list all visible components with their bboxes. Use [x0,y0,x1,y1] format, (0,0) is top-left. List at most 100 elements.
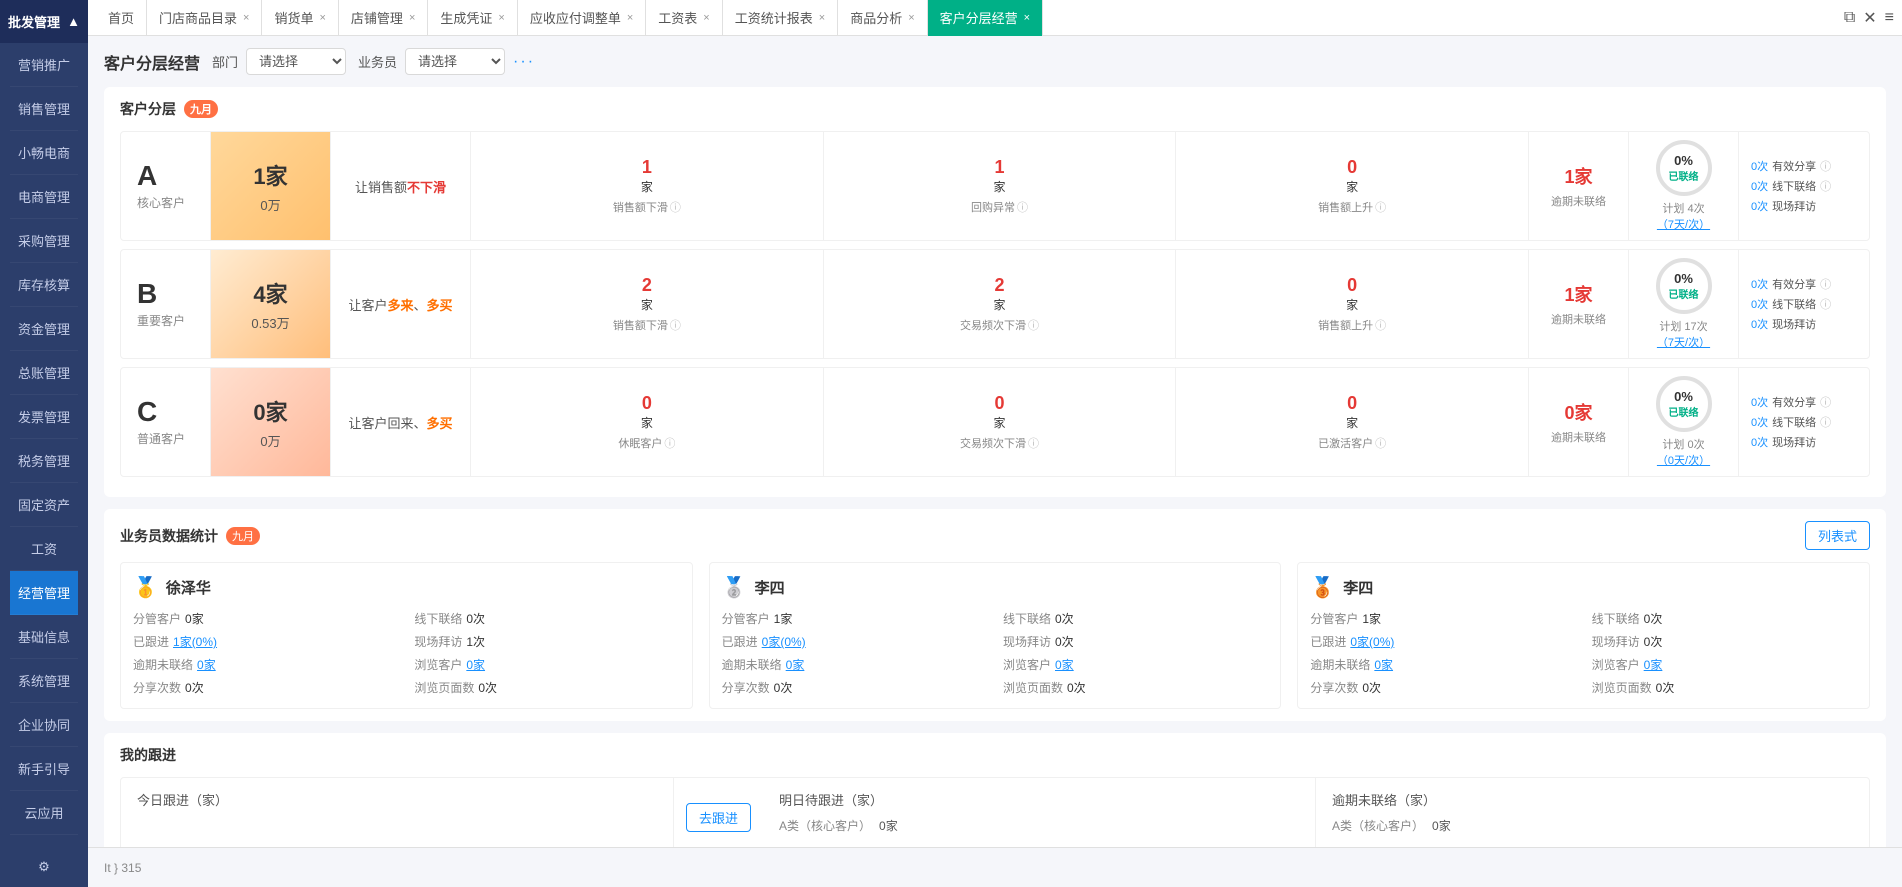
sidebar-item-tax[interactable]: 税务管理 [10,439,78,483]
metric-label: 已激活客户ⓘ [1318,435,1386,451]
sidebar-item-sales[interactable]: 销售管理 [10,87,78,131]
stat-val-0-2[interactable]: 1家(0%) [173,633,217,650]
sidebar-item-mini-ecom[interactable]: 小畅电商 [10,131,78,175]
info-icon[interactable]: ⓘ [670,317,681,333]
tab-product-analysis[interactable]: 商品分析× [838,0,927,36]
sidebar-item-purchase[interactable]: 采购管理 [10,219,78,263]
tab-store-mgmt[interactable]: 店铺管理× [339,0,428,36]
tab-wage-stats[interactable]: 工资统计报表× [723,0,838,36]
staff-select[interactable]: 请选择 [405,48,505,75]
sidebar-item-sys[interactable]: 系统管理 [10,659,78,703]
share-info-icon[interactable]: ⓘ [1820,276,1831,292]
sidebar-item-invoice[interactable]: 发票管理 [10,395,78,439]
tab-close-sales-order[interactable]: × [319,12,325,24]
staff-stats-grid-0: 分管客户 0家 线下联络 0次 已跟进 1家(0%) 现场拜访 1次 逾期未联络… [133,610,680,696]
share-label: 线下联络 [1772,414,1816,430]
info-icon[interactable]: ⓘ [1375,199,1386,215]
tab-sales-order[interactable]: 销货单× [262,0,338,36]
sidebar-item-basic[interactable]: 基础信息 [10,615,78,659]
share-info-icon[interactable]: ⓘ [1820,394,1831,410]
share-label: 有效分享 [1772,158,1816,174]
staff-stat-0-1: 线下联络 0次 [414,610,679,627]
info-icon[interactable]: ⓘ [670,199,681,215]
tab-window-icon[interactable]: ⧉ [1844,9,1855,27]
tab-close-receivable[interactable]: × [627,12,633,24]
stat-val-1-2[interactable]: 0家(0%) [762,633,806,650]
stat-val-2-2[interactable]: 0家(0%) [1350,633,1394,650]
plan-link[interactable]: （0天/次） [1657,455,1710,467]
staff-stats-grid-1: 分管客户 1家 线下联络 0次 已跟进 0家(0%) 现场拜访 0次 逾期未联络… [722,610,1269,696]
circle-plan: 计划 0次（0天/次） [1657,436,1710,468]
sidebar-item-inventory[interactable]: 库存核算 [10,263,78,307]
sidebar-item-fixed-assets[interactable]: 固定资产 [10,483,78,527]
tab-close-customer-tier[interactable]: × [1024,12,1030,24]
sidebar-item-ecom[interactable]: 电商管理 [10,175,78,219]
staff-stat-1-2: 已跟进 0家(0%) [722,633,987,650]
info-icon[interactable]: ⓘ [1028,435,1039,451]
circle-status: 已联络 [1669,168,1699,183]
contact-value: 1家 [1564,163,1592,189]
sidebar-gear[interactable]: ⚙ [0,847,88,887]
goto-button[interactable]: 去跟进 [686,803,751,832]
tab-voucher[interactable]: 生成凭证× [428,0,517,36]
share-item-1-2: 0次 现场拜访 [1751,316,1857,332]
tab-close-all-icon[interactable]: ✕ [1863,8,1876,28]
sidebar-item-ledger[interactable]: 总账管理 [10,351,78,395]
tier-count: 4家 [253,277,287,309]
tab-wage-table[interactable]: 工资表× [646,0,722,36]
tab-more-icon[interactable]: ≡ [1885,9,1894,27]
tab-receivable[interactable]: 应收应付调整单× [518,0,646,36]
info-icon[interactable]: ⓘ [664,435,675,451]
tab-home[interactable]: 首页 [96,0,147,36]
tier-suggestion-c: 让客户回来、多买 [331,368,471,476]
tier-label-a: A核心客户 [121,132,211,240]
dept-select[interactable]: 请选择 [246,48,346,75]
info-icon[interactable]: ⓘ [1017,199,1028,215]
share-info-icon[interactable]: ⓘ [1820,414,1831,430]
stat-val-0-7: 0次 [478,679,497,696]
share-label: 线下联络 [1772,178,1816,194]
tab-close-store-mgmt[interactable]: × [409,12,415,24]
share-info-icon[interactable]: ⓘ [1820,158,1831,174]
stat-val-1-4[interactable]: 0家 [786,656,805,673]
stat-val-2-5[interactable]: 0家 [1644,656,1663,673]
circle-plan: 计划 4次（7天/次） [1657,200,1710,232]
plan-link[interactable]: （7天/次） [1657,337,1710,349]
tier-contact-c: 0家 逾期未联络 [1529,368,1629,476]
info-icon[interactable]: ⓘ [1028,317,1039,333]
sidebar-item-guide[interactable]: 新手引导 [10,747,78,791]
sidebar-item-payroll[interactable]: 工资 [10,527,78,571]
contact-label: 逾期未联络 [1551,429,1606,445]
metric-label: 交易频次下滑ⓘ [960,435,1039,451]
sidebar-item-ops[interactable]: 经营管理 [10,571,78,615]
stat-val-1-5[interactable]: 0家 [1055,656,1074,673]
tab-customer-tier[interactable]: 客户分层经营× [928,0,1043,36]
plan-link[interactable]: （7天/次） [1657,219,1710,231]
tab-close-wage-table[interactable]: × [703,12,709,24]
info-icon[interactable]: ⓘ [1375,435,1386,451]
tab-store-products[interactable]: 门店商品目录× [147,0,262,36]
sidebar-item-corp[interactable]: 企业协同 [10,703,78,747]
filter-more-icon[interactable]: ··· [513,53,535,71]
sidebar-item-marketing[interactable]: 营销推广 [10,43,78,87]
circle-status: 已联络 [1669,286,1699,301]
stat-val-0-5[interactable]: 0家 [466,656,485,673]
tab-close-wage-stats[interactable]: × [819,12,825,24]
sidebar-item-cloud[interactable]: 云应用 [10,791,78,835]
share-val: 0次 [1751,434,1768,450]
tab-close-product-analysis[interactable]: × [908,12,914,24]
sidebar-item-finance[interactable]: 资金管理 [10,307,78,351]
share-info-icon[interactable]: ⓘ [1820,178,1831,194]
tier-metric-0-1: 1 家 回购异常ⓘ [824,132,1177,240]
info-icon[interactable]: ⓘ [1375,317,1386,333]
tab-close-voucher[interactable]: × [498,12,504,24]
tier-row-c: C普通客户0家0万让客户回来、多买 0 家 休眠客户ⓘ 0 家 交易频次下滑ⓘ … [120,367,1870,477]
sidebar-header[interactable]: 批发管理 ▲ [0,0,88,43]
share-info-icon[interactable]: ⓘ [1820,296,1831,312]
stat-val-0-4[interactable]: 0家 [197,656,216,673]
list-view-button[interactable]: 列表式 [1805,521,1870,550]
tab-close-store-products[interactable]: × [243,12,249,24]
staff-stat-1-7: 浏览页面数 0次 [1003,679,1268,696]
stat-val-2-4[interactable]: 0家 [1374,656,1393,673]
stat-label-1-6: 分享次数 [722,679,770,696]
